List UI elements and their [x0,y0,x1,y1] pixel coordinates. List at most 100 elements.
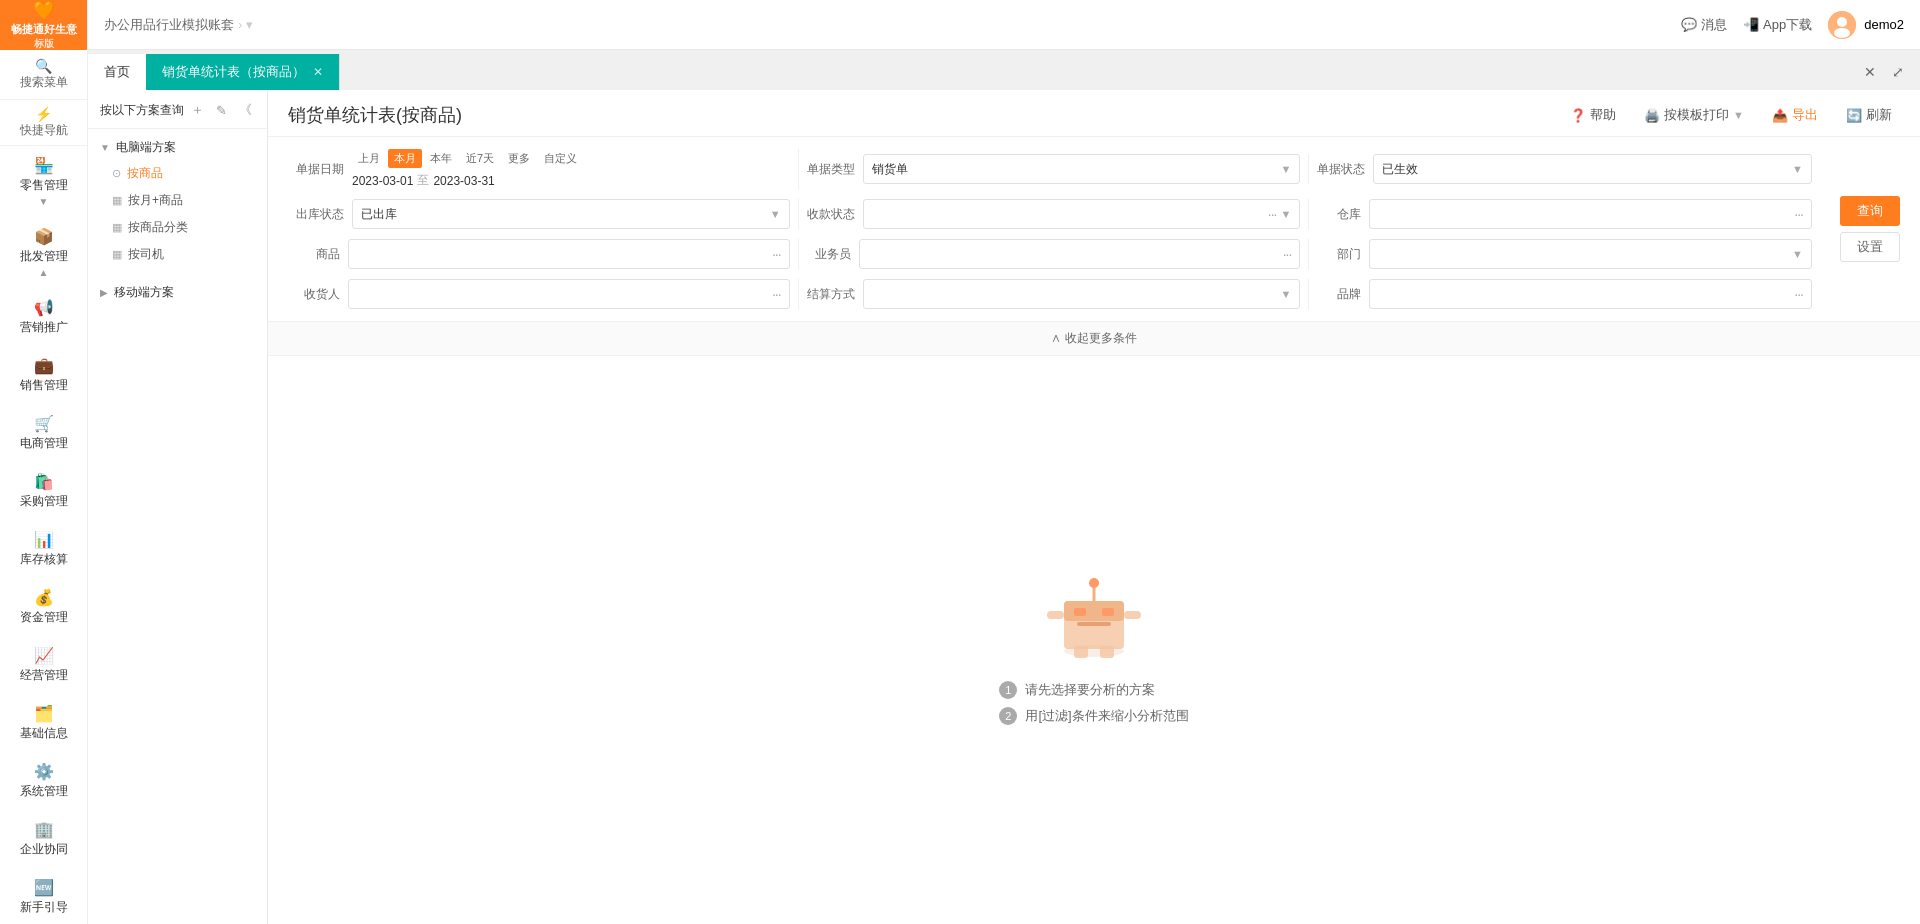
sidebar-item-basics-label: 基础信息 [20,725,68,742]
retail-icon: 🏪 [34,156,54,175]
date-tab-this-year[interactable]: 本年 [424,149,458,168]
sidebar-item-inventory-label: 库存核算 [20,551,68,568]
scheme-calendar-icon: ▦ [112,194,122,207]
receiver-dots-icon: ··· [772,286,781,302]
mobile-group-arrow-icon: ▶ [100,287,108,298]
tab-home-label: 首页 [104,63,130,81]
date-tab-this-month[interactable]: 本月 [388,149,422,168]
dept-select[interactable]: ▼ [1369,239,1812,269]
receiver-select[interactable]: ··· [348,279,790,309]
collapse-up-icon: ∧ [1051,331,1061,345]
scheme-group-mobile-header[interactable]: ▶ 移动端方案 [88,280,267,305]
tab-stats[interactable]: 销货单统计表（按商品） ✕ [146,54,340,90]
inventory-icon: 📊 [34,530,54,549]
date-field: 单据日期 上月 本月 本年 近7天 更多 自定义 [288,149,799,189]
sidebar-item-ecommerce[interactable]: 🛒 电商管理 [0,404,87,462]
sidebar-item-system[interactable]: ⚙️ 系统管理 [0,752,87,810]
tab-close-icon[interactable]: ✕ [313,66,323,78]
logo-icon: 🧡 [33,0,55,21]
print-icon: 🖨️ [1644,108,1660,123]
svg-point-2 [1834,28,1850,38]
export-button[interactable]: 📤 导出 [1764,102,1826,128]
out-status-field: 出库状态 已出库 ▼ [288,199,799,229]
query-form-buttons: 查询 设置 [1820,149,1920,309]
scheme-item-by-month-product-label: 按月+商品 [128,192,183,209]
product-dots-icon: ··· [772,246,781,262]
form-row-3: 商品 ··· 业务员 ··· [288,239,1820,269]
purchase-icon: 🛍️ [34,472,54,491]
receive-status-select[interactable]: ··· ▼ [863,199,1301,229]
message-action[interactable]: 💬 消息 [1681,16,1727,34]
sidebar-item-enterprise-label: 企业协同 [20,841,68,858]
breadcrumb-dropdown-icon[interactable]: ▾ [246,17,253,32]
add-scheme-button[interactable]: ＋ [187,100,207,120]
date-tab-custom[interactable]: 自定义 [538,149,583,168]
sidebar-search[interactable]: 🔍 搜索菜单 [0,50,87,100]
scheme-group-pc-header[interactable]: ▼ 电脑端方案 [88,135,267,160]
product-label: 商品 [296,246,348,263]
tab-close-all-button[interactable]: ✕ [1860,62,1880,82]
collapse-filter-button[interactable]: 《 [235,100,255,120]
scheme-item-by-register[interactable]: ▦ 按司机 [88,241,267,268]
sidebar-item-retail[interactable]: 🏪 零售管理 ▼ [0,146,87,217]
edit-scheme-button[interactable]: ✎ [211,100,231,120]
refresh-icon: 🔄 [1846,108,1862,123]
sidebar-item-sales[interactable]: 💼 销售管理 [0,346,87,404]
step-1-num: 1 [999,681,1017,699]
date-to[interactable]: 2023-03-31 [433,174,494,188]
print-button[interactable]: 🖨️ 按模板打印 ▼ [1636,102,1752,128]
brand-select[interactable]: ··· [1369,279,1812,309]
out-status-select[interactable]: 已出库 ▼ [352,199,790,229]
receiver-field: 收货人 ··· [288,279,799,309]
settings-button[interactable]: 设置 [1840,232,1900,262]
guide-icon: 🆕 [34,878,54,897]
sidebar-item-system-label: 系统管理 [20,783,68,800]
doc-status-select[interactable]: 已生效 ▼ [1373,154,1812,184]
sidebar-item-finance[interactable]: 💰 资金管理 [0,578,87,636]
user-avatar [1828,11,1856,39]
sidebar-quick-nav-label: 快捷导航 [4,122,83,139]
app-download-label: App下载 [1763,16,1812,34]
app-download-action[interactable]: 📲 App下载 [1743,16,1812,34]
query-button[interactable]: 查询 [1840,196,1900,226]
help-button[interactable]: ❓ 帮助 [1562,102,1624,128]
user-menu[interactable]: demo2 [1828,11,1904,39]
tab-home[interactable]: 首页 [88,54,146,90]
sidebar-item-marketing-label: 营销推广 [20,319,68,336]
sidebar-item-inventory[interactable]: 📊 库存核算 [0,520,87,578]
retail-expand-icon: ▼ [39,196,49,207]
tab-expand-button[interactable]: ⤢ [1888,62,1908,82]
date-tab-last-7days[interactable]: 近7天 [460,149,500,168]
sidebar-quick-nav[interactable]: ⚡ 快捷导航 [0,100,87,146]
sidebar-item-purchase[interactable]: 🛍️ 采购管理 [0,462,87,520]
sidebar-item-marketing[interactable]: 📢 营销推广 [0,288,87,346]
marketing-icon: 📢 [34,298,54,317]
settlement-select[interactable]: ▼ [863,279,1301,309]
sidebar-item-enterprise[interactable]: 🏢 企业协同 [0,810,87,868]
sidebar-item-basics[interactable]: 🗂️ 基础信息 [0,694,87,752]
sidebar-item-wholesale-label: 批发管理 [20,248,68,265]
sidebar-item-guide[interactable]: 🆕 新手引导 [0,868,87,924]
product-field: 商品 ··· [288,239,799,269]
date-tab-last-month[interactable]: 上月 [352,149,386,168]
scheme-item-by-month-product[interactable]: ▦ 按月+商品 [88,187,267,214]
collapse-bar[interactable]: ∧ 收起更多条件 [268,322,1920,356]
print-label: 按模板打印 [1664,106,1729,124]
scheme-item-by-product[interactable]: ⊙ 按商品 [88,160,267,187]
out-status-chevron-icon: ▼ [770,208,781,220]
salesman-select[interactable]: ··· [859,239,1301,269]
sidebar-item-wholesale[interactable]: 📦 批发管理 ▲ [0,217,87,288]
sidebar-item-operations[interactable]: 📈 经营管理 [0,636,87,694]
svg-rect-6 [1074,608,1086,616]
date-tab-more[interactable]: 更多 [502,149,536,168]
export-label: 导出 [1792,106,1818,124]
date-from[interactable]: 2023-03-01 [352,174,413,188]
refresh-button[interactable]: 🔄 刷新 [1838,102,1900,128]
filter-panel-actions: ＋ ✎ 《 [187,100,255,120]
finance-icon: 💰 [34,588,54,607]
doc-type-select[interactable]: 销货单 ▼ [863,154,1301,184]
warehouse-select[interactable]: ··· [1369,199,1812,229]
product-select[interactable]: ··· [348,239,790,269]
scheme-item-by-category[interactable]: ▦ 按商品分类 [88,214,267,241]
content-area: 按以下方案查询 ＋ ✎ 《 ▼ 电脑端方案 ⊙ 按商品 ▦ [88,90,1920,924]
